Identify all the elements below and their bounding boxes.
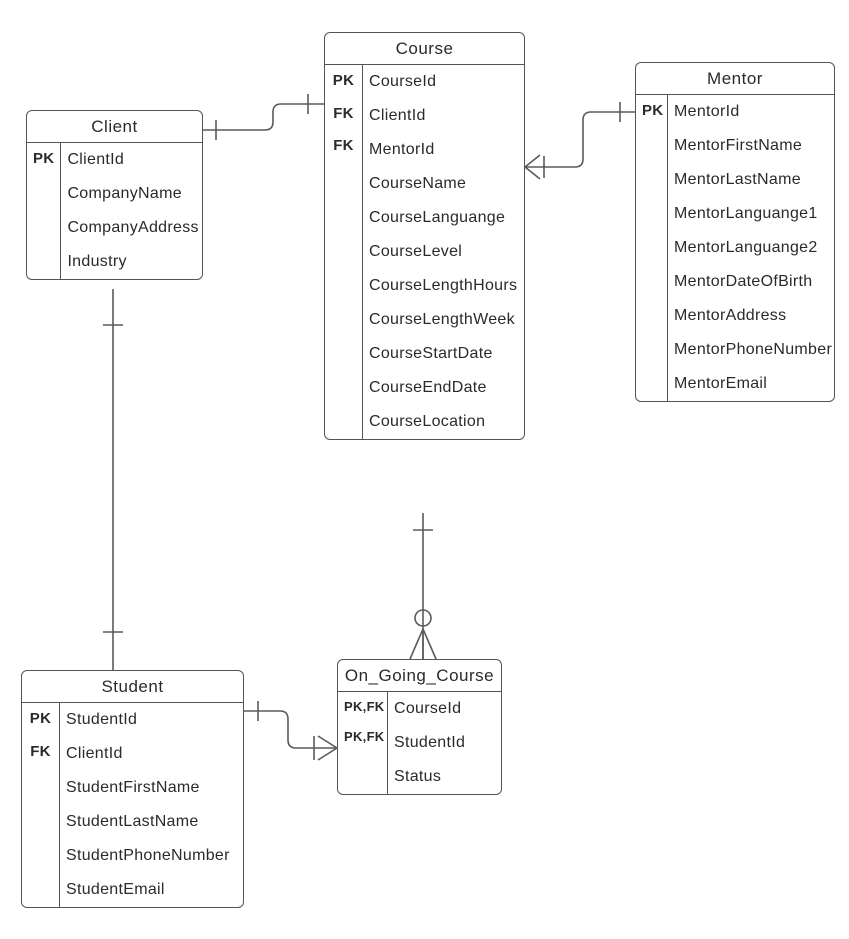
key-cell: FK xyxy=(22,736,59,769)
key-cell xyxy=(636,148,667,158)
key-cell xyxy=(636,178,667,188)
entity-keys-col: PK FK FK xyxy=(325,65,363,439)
attr-cell: MentorLanguange1 xyxy=(668,197,838,231)
key-cell xyxy=(636,128,667,138)
entity-attrs-col: MentorId MentorFirstName MentorLastName … xyxy=(668,95,838,401)
attr-cell: MentorEmail xyxy=(668,367,838,401)
attr-cell: StudentFirstName xyxy=(60,771,243,805)
entity-title: Client xyxy=(27,111,202,143)
key-cell: PK xyxy=(22,703,59,736)
key-cell xyxy=(636,198,667,208)
key-cell xyxy=(325,233,362,243)
key-cell xyxy=(22,768,59,778)
key-cell: FK xyxy=(325,130,362,163)
attr-cell: CourseLengthHours xyxy=(363,269,524,303)
entity-title: Mentor xyxy=(636,63,834,95)
entity-course: Course PK FK FK CourseId ClientId Mentor… xyxy=(324,32,525,440)
entity-title: Student xyxy=(22,671,243,703)
attr-cell: MentorId xyxy=(363,133,524,167)
entity-ongoing-course: On_Going_Course PK,FK PK,FK CourseId Stu… xyxy=(337,659,502,795)
attr-cell: CourseLengthWeek xyxy=(363,303,524,337)
entity-attrs-col: CourseId StudentId Status xyxy=(388,692,501,794)
key-cell: PK xyxy=(27,143,60,176)
rel-student-ongoing xyxy=(244,711,337,748)
attr-cell: MentorId xyxy=(668,95,838,129)
attr-cell: Status xyxy=(388,760,501,794)
entity-attrs-col: StudentId ClientId StudentFirstName Stud… xyxy=(60,703,243,907)
key-cell: PK xyxy=(325,65,362,98)
entity-client: Client PK ClientId CompanyName CompanyAd… xyxy=(26,110,203,280)
attr-cell: CourseEndDate xyxy=(363,371,524,405)
attr-cell: CourseId xyxy=(388,692,501,726)
entity-title: On_Going_Course xyxy=(338,660,501,692)
attr-cell: CompanyAddress xyxy=(61,211,204,245)
key-cell xyxy=(22,798,59,808)
entity-keys-col: PK xyxy=(27,143,61,279)
entity-keys-col: PK FK xyxy=(22,703,60,907)
key-cell xyxy=(27,186,60,196)
er-diagram-canvas: { "entities": { "client": { "title": "Cl… xyxy=(0,0,849,939)
attr-cell: CourseLanguange xyxy=(363,201,524,235)
attr-cell: MentorLanguange2 xyxy=(668,231,838,265)
key-cell xyxy=(22,788,59,798)
attr-cell: ClientId xyxy=(60,737,243,771)
attr-cell: MentorAddress xyxy=(668,299,838,333)
attr-cell: StudentLastName xyxy=(60,805,243,839)
attr-cell: MentorFirstName xyxy=(668,129,838,163)
key-cell: PK xyxy=(636,95,667,128)
attr-cell: CourseName xyxy=(363,167,524,201)
entity-attrs-col: CourseId ClientId MentorId CourseName Co… xyxy=(363,65,524,439)
attr-cell: CourseLocation xyxy=(363,405,524,439)
attr-cell: StudentEmail xyxy=(60,873,243,907)
entity-mentor: Mentor PK MentorId MentorFirstName Mento… xyxy=(635,62,835,402)
attr-cell: ClientId xyxy=(61,143,204,177)
entity-keys-col: PK xyxy=(636,95,668,401)
attr-cell: CourseId xyxy=(363,65,524,99)
entity-title: Course xyxy=(325,33,524,65)
key-cell xyxy=(636,188,667,198)
key-cell xyxy=(325,183,362,193)
key-cell xyxy=(27,176,60,186)
key-cell xyxy=(325,203,362,213)
attr-cell: StudentId xyxy=(388,726,501,760)
key-cell xyxy=(325,213,362,223)
attr-cell: CourseLevel xyxy=(363,235,524,269)
key-cell: FK xyxy=(325,98,362,131)
key-cell xyxy=(636,138,667,148)
attr-cell: StudentId xyxy=(60,703,243,737)
attr-cell: Industry xyxy=(61,245,204,279)
key-cell xyxy=(636,168,667,178)
key-cell xyxy=(325,223,362,233)
key-cell xyxy=(636,158,667,168)
key-cell xyxy=(338,751,387,761)
entity-keys-col: PK,FK PK,FK xyxy=(338,692,388,794)
rel-client-course xyxy=(203,104,324,130)
attr-cell: MentorPhoneNumber xyxy=(668,333,838,367)
key-cell xyxy=(325,163,362,173)
attr-cell: CompanyName xyxy=(61,177,204,211)
rel-course-mentor xyxy=(525,112,635,167)
attr-cell: MentorDateOfBirth xyxy=(668,265,838,299)
attr-cell: MentorLastName xyxy=(668,163,838,197)
key-cell xyxy=(325,193,362,203)
entity-student: Student PK FK StudentId ClientId Student… xyxy=(21,670,244,908)
attr-cell: CourseStartDate xyxy=(363,337,524,371)
key-cell xyxy=(27,196,60,206)
key-cell xyxy=(325,173,362,183)
key-cell: PK,FK xyxy=(338,692,387,722)
attr-cell: ClientId xyxy=(363,99,524,133)
entity-attrs-col: ClientId CompanyName CompanyAddress Indu… xyxy=(61,143,204,279)
key-cell xyxy=(22,778,59,788)
key-cell: PK,FK xyxy=(338,722,387,752)
attr-cell: StudentPhoneNumber xyxy=(60,839,243,873)
